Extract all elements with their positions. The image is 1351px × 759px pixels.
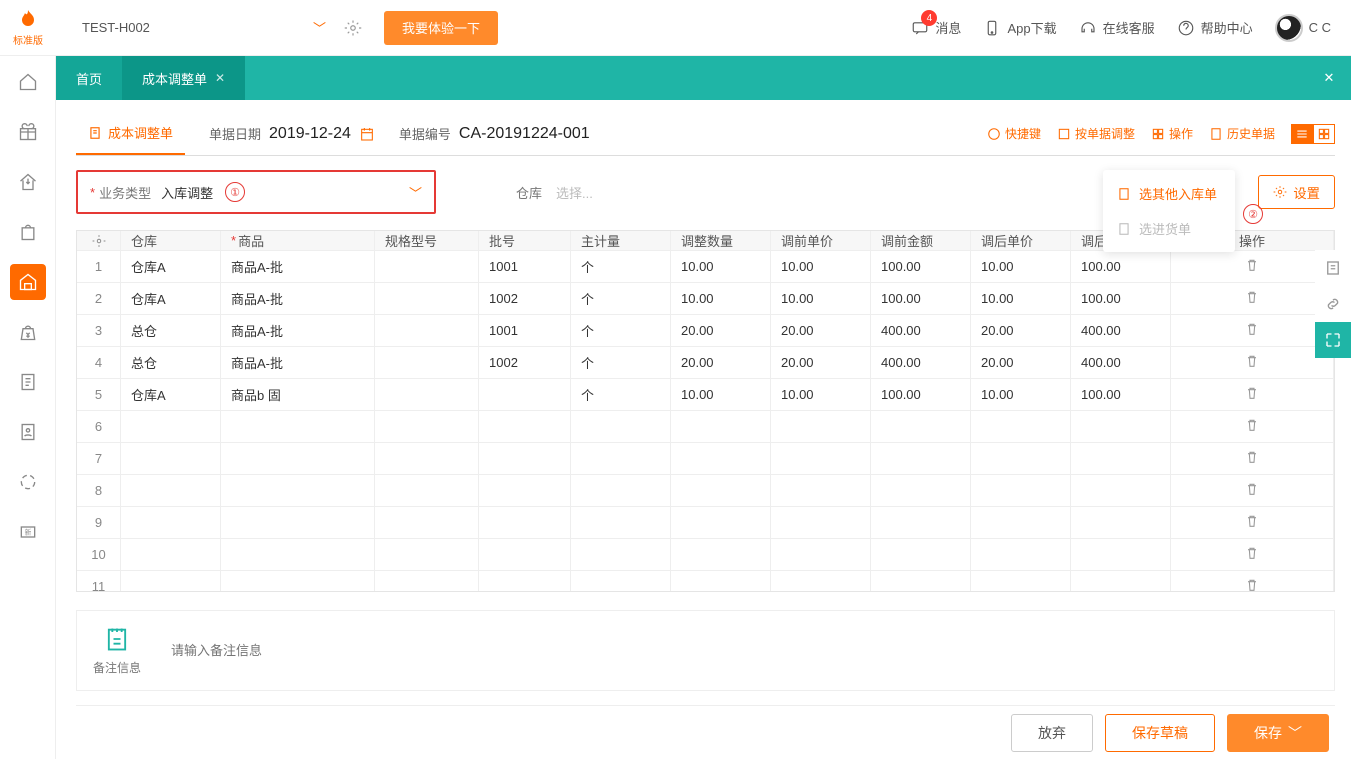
gear-icon[interactable] [344, 19, 362, 37]
grid: 仓库 *商品 规格型号 批号 主计量 调整数量 调前单价 调前金额 调后单价 调… [76, 230, 1335, 592]
table-row[interactable]: 5仓库A商品b 固个10.0010.00100.0010.00100.00 [77, 379, 1334, 411]
doc-icon [1117, 222, 1131, 236]
doc-number: 单据编号 CA-20191224-001 [399, 124, 590, 143]
table-row[interactable]: 10 [77, 539, 1334, 571]
note-icon [103, 625, 131, 653]
warehouse-select[interactable]: 仓库 选择... [516, 183, 593, 202]
rtool-note[interactable] [1315, 250, 1351, 286]
svg-text:新: 新 [24, 528, 31, 537]
popup-other-inbound[interactable]: 选其他入库单 [1103, 176, 1235, 211]
delete-row-icon[interactable] [1244, 449, 1260, 468]
sidebar-warehouse[interactable] [10, 264, 46, 300]
sidebar-person[interactable] [10, 414, 46, 450]
avatar [1275, 14, 1303, 42]
discard-button[interactable]: 放弃 [1011, 714, 1093, 752]
sidebar-doc[interactable] [10, 364, 46, 400]
rtool-expand[interactable] [1315, 322, 1351, 358]
flame-icon [16, 8, 40, 32]
gear-icon [1273, 185, 1287, 199]
sidebar-new[interactable]: 新 [10, 514, 46, 550]
table-row[interactable]: 4总仓商品A-批1002个20.0020.00400.0020.00400.00 [77, 347, 1334, 379]
help-icon [1177, 19, 1195, 37]
brand-logo: 标准版 [0, 8, 56, 47]
delete-row-icon[interactable] [1244, 321, 1260, 340]
sidebar-bag[interactable] [10, 214, 46, 250]
delete-row-icon[interactable] [1244, 289, 1260, 308]
org-name: TEST-H002 [82, 20, 150, 35]
view-grid[interactable] [1313, 124, 1335, 144]
calendar-icon[interactable] [359, 126, 375, 142]
tabstrip: 首页 成本调整单 ✕ ✕ [56, 56, 1351, 100]
table-row[interactable]: 11 [77, 571, 1334, 592]
view-toggle [1291, 124, 1335, 144]
table-row[interactable]: 3总仓商品A-批1001个20.0020.00400.0020.00400.00 [77, 315, 1334, 347]
sidebar-up[interactable] [10, 164, 46, 200]
by-bill-button[interactable]: 按单据调整 [1057, 125, 1135, 142]
col-config-icon[interactable] [77, 231, 121, 250]
save-button[interactable]: 保存 ﹀ [1227, 714, 1329, 752]
delete-row-icon[interactable] [1244, 577, 1260, 592]
chevron-down-icon: ﹀ [313, 18, 326, 37]
tab-home[interactable]: 首页 [56, 56, 122, 100]
table-row[interactable]: 8 [77, 475, 1334, 507]
footer: 放弃 保存草稿 保存 ﹀ [76, 705, 1335, 759]
user-menu[interactable]: C C [1275, 14, 1331, 42]
popup-purchase: 选进货单 [1103, 211, 1235, 246]
callout-1: ① [225, 182, 245, 202]
biz-type-select[interactable]: * 业务类型 入库调整 ① ﹀ [76, 170, 436, 214]
table-row[interactable]: 2仓库A商品A-批1002个10.0010.00100.0010.00100.0… [77, 283, 1334, 315]
promo-button[interactable]: 我要体验一下 [384, 11, 498, 45]
view-list[interactable] [1291, 124, 1313, 144]
service-button[interactable]: 在线客服 [1079, 18, 1155, 37]
headset-icon [1079, 19, 1097, 37]
sidebar-gift[interactable] [10, 114, 46, 150]
delete-row-icon[interactable] [1244, 257, 1260, 276]
close-icon[interactable]: ✕ [215, 71, 225, 85]
tab-cost-adjust[interactable]: 成本调整单 ✕ [122, 56, 245, 100]
doc-date: 单据日期 2019-12-24 [209, 124, 375, 143]
delete-row-icon[interactable] [1244, 513, 1260, 532]
topbar: 标准版 TEST-H002 ﹀ 我要体验一下 消息 4 App下载 在线客服 帮… [0, 0, 1351, 56]
remark-input[interactable] [157, 611, 1334, 690]
right-toolbar [1315, 250, 1351, 358]
phone-icon [983, 19, 1001, 37]
table-row[interactable]: 6 [77, 411, 1334, 443]
sidebar-loop[interactable] [10, 464, 46, 500]
download-button[interactable]: App下载 [983, 18, 1056, 37]
ops-button[interactable]: 操作 [1151, 125, 1193, 142]
table-row[interactable]: 7 [77, 443, 1334, 475]
sidebar: 新 [0, 56, 56, 759]
table-row[interactable]: 9 [77, 507, 1334, 539]
doc-icon [88, 126, 102, 140]
callout-2: ② [1243, 204, 1263, 224]
delete-row-icon[interactable] [1244, 353, 1260, 372]
messages-button[interactable]: 消息 4 [911, 18, 961, 37]
remark-section: 备注信息 [76, 610, 1335, 691]
delete-row-icon[interactable] [1244, 385, 1260, 404]
edition-label: 标准版 [13, 32, 43, 47]
filter-row: * 业务类型 入库调整 ① ﹀ 仓库 选择... 选其他入库单 [76, 170, 1335, 214]
chevron-down-icon: ﹀ [1288, 723, 1302, 743]
history-button[interactable]: 历史单据 [1209, 125, 1275, 142]
table-row[interactable]: 1仓库A商品A-批1001个10.0010.00100.0010.00100.0… [77, 251, 1334, 283]
doc-header: 成本调整单 单据日期 2019-12-24 单据编号 CA-20191224-0… [76, 112, 1335, 156]
source-popup: 选其他入库单 选进货单 ② [1103, 170, 1235, 252]
shortcut-button[interactable]: 快捷键 [987, 125, 1041, 142]
sidebar-home[interactable] [10, 64, 46, 100]
tabstrip-close[interactable]: ✕ [1307, 56, 1351, 100]
chevron-down-icon: ﹀ [409, 183, 422, 202]
delete-row-icon[interactable] [1244, 417, 1260, 436]
help-button[interactable]: 帮助中心 [1177, 18, 1253, 37]
doc-icon [1117, 187, 1131, 201]
draft-button[interactable]: 保存草稿 [1105, 714, 1215, 752]
doc-tab[interactable]: 成本调整单 [76, 112, 185, 155]
rtool-link[interactable] [1315, 286, 1351, 322]
sidebar-money[interactable] [10, 314, 46, 350]
delete-row-icon[interactable] [1244, 481, 1260, 500]
settings-button[interactable]: 设置 [1258, 175, 1335, 209]
delete-row-icon[interactable] [1244, 545, 1260, 564]
org-select[interactable]: TEST-H002 ﹀ [74, 11, 334, 45]
